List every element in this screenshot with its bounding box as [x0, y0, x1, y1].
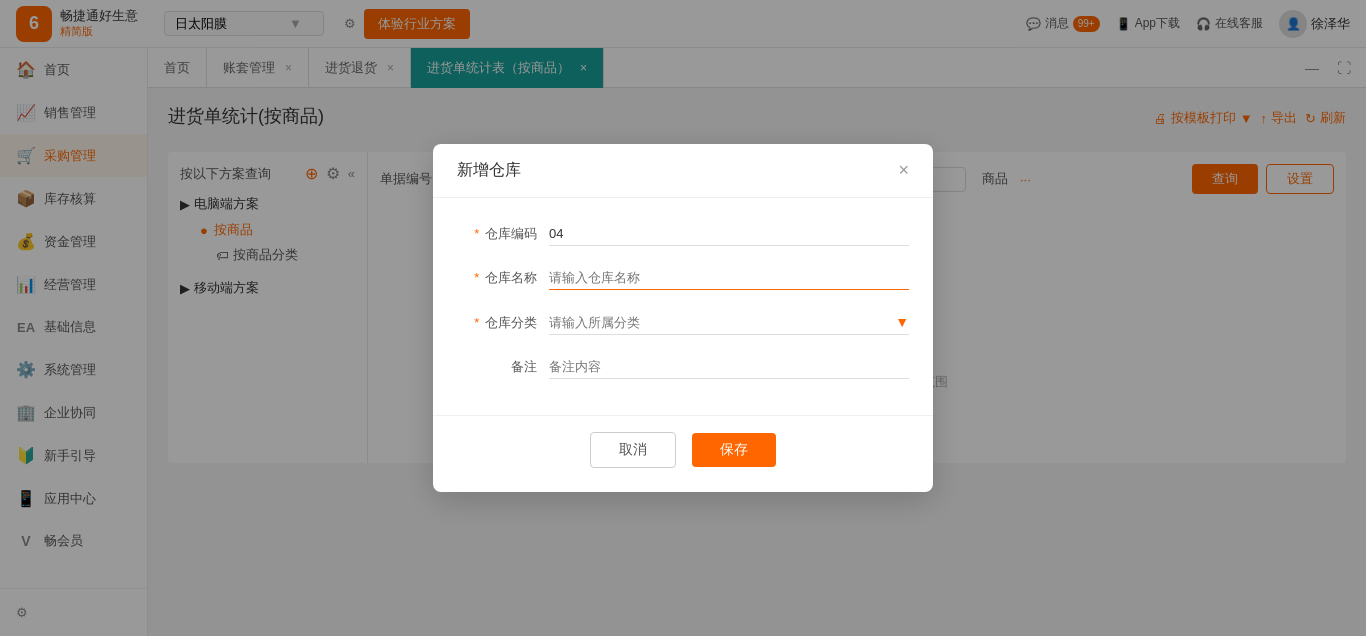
code-required-mark: * [474, 226, 479, 241]
category-label: 仓库分类 [485, 315, 537, 330]
form-row-remark: 备注 [457, 355, 909, 379]
form-row-category: * 仓库分类 ▼ [457, 310, 909, 335]
code-input[interactable] [549, 222, 909, 246]
code-label: 仓库编码 [485, 226, 537, 241]
dialog-title: 新增仓库 [457, 160, 521, 181]
form-row-code: * 仓库编码 [457, 222, 909, 246]
category-required-mark: * [474, 315, 479, 330]
category-dropdown-icon: ▼ [895, 314, 909, 330]
remark-label: 备注 [511, 359, 537, 374]
form-row-name: * 仓库名称 [457, 266, 909, 290]
dialog-footer: 取消 保存 [433, 415, 933, 492]
save-button[interactable]: 保存 [692, 433, 776, 467]
dialog-body: * 仓库编码 * 仓库名称 * 仓库分类 ▼ [433, 198, 933, 415]
dialog-overlay[interactable]: 新增仓库 × * 仓库编码 * 仓库名称 * [0, 0, 1366, 636]
remark-label-wrap: 备注 [457, 358, 537, 376]
category-input[interactable] [549, 315, 895, 330]
name-required-mark: * [474, 270, 479, 285]
name-label: 仓库名称 [485, 270, 537, 285]
dialog-header: 新增仓库 × [433, 144, 933, 198]
category-label-wrap: * 仓库分类 [457, 314, 537, 332]
dialog-close-btn[interactable]: × [898, 160, 909, 181]
add-warehouse-dialog: 新增仓库 × * 仓库编码 * 仓库名称 * [433, 144, 933, 492]
name-input[interactable] [549, 266, 909, 290]
remark-input[interactable] [549, 355, 909, 379]
code-label-wrap: * 仓库编码 [457, 225, 537, 243]
cancel-button[interactable]: 取消 [590, 432, 676, 468]
category-select-wrap[interactable]: ▼ [549, 310, 909, 335]
name-label-wrap: * 仓库名称 [457, 269, 537, 287]
